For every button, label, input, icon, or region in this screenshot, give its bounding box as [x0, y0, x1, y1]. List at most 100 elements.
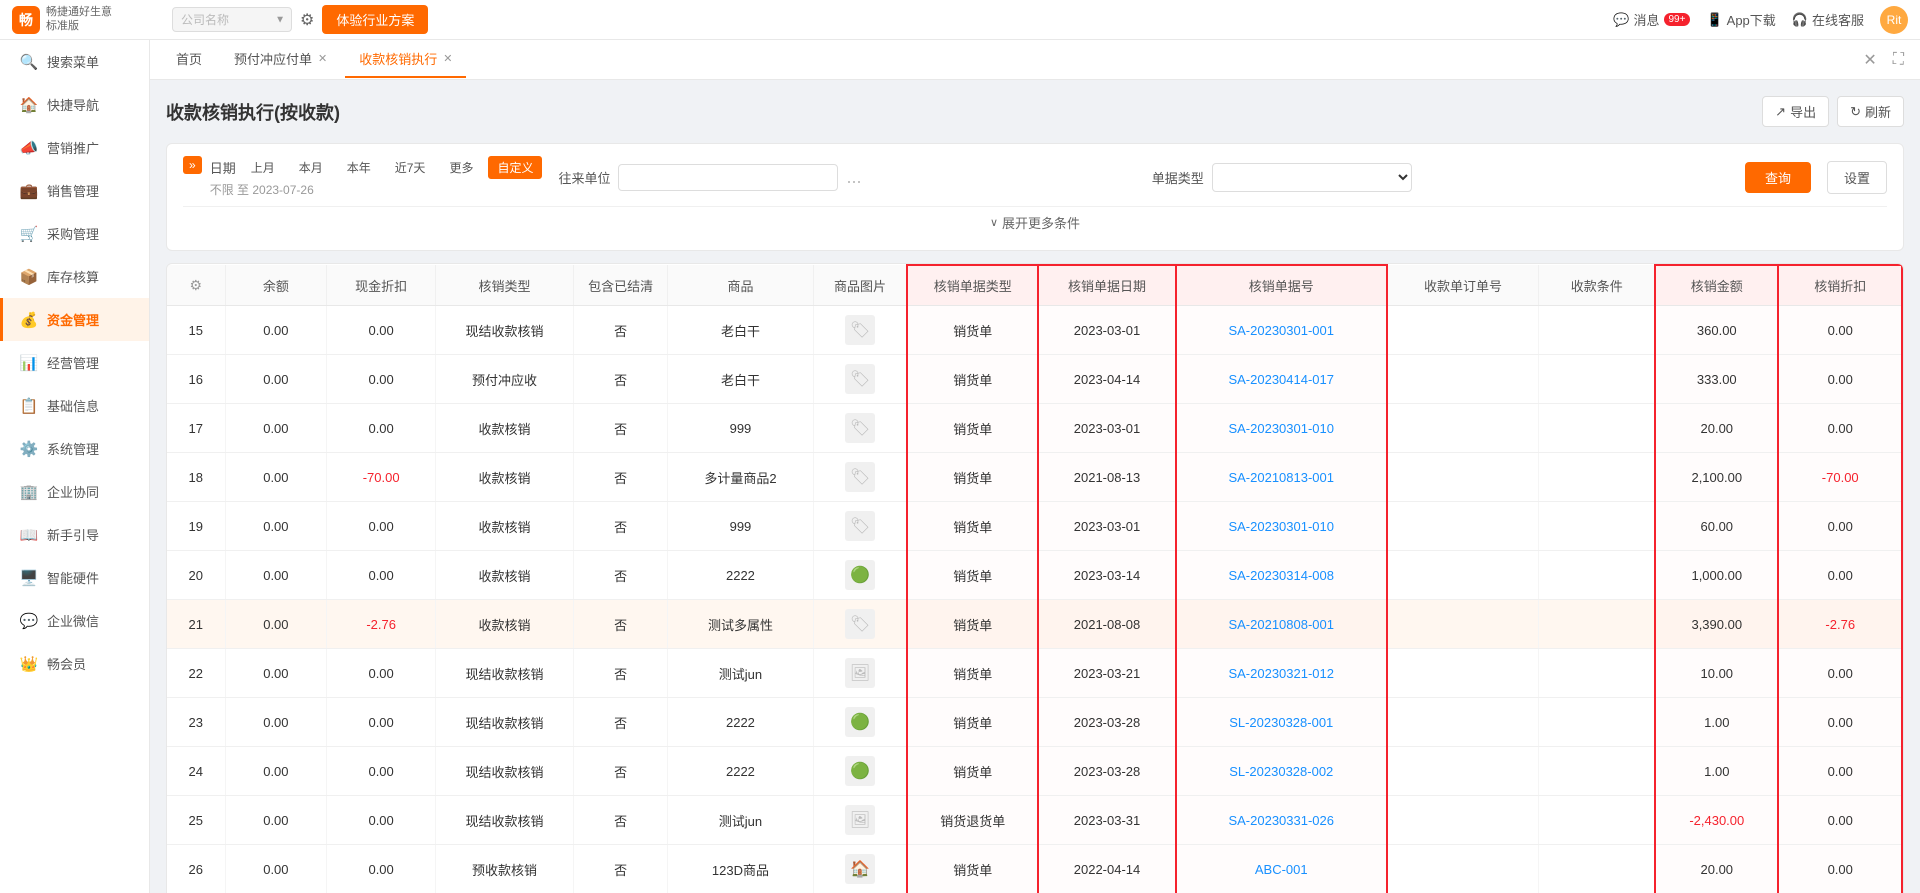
expand-toggle-btn[interactable]: »: [183, 156, 202, 174]
table-row: 17 0.00 0.00 收款核销 否 999 🏷 销货单 2023-03-01…: [167, 404, 1902, 453]
bill-no-link[interactable]: SA-20210813-001: [1228, 470, 1334, 485]
cell-receipt-order: [1387, 404, 1539, 453]
sidebar-item-guide[interactable]: 📖新手引导: [0, 513, 149, 556]
cell-bill-type: 销货退货单: [907, 796, 1038, 845]
cell-bill-no: SL-20230328-002: [1176, 747, 1387, 796]
sidebar-icon-system: ⚙️: [19, 440, 39, 458]
export-btn[interactable]: ↗ 导出: [1762, 96, 1829, 127]
cell-cash-discount: 0.00: [327, 845, 436, 893]
col-header-goods: 商品: [668, 265, 813, 306]
goods-image-icon: 🖼: [850, 810, 870, 830]
sidebar-item-search-menu[interactable]: 🔍搜索菜单: [0, 40, 149, 83]
partner-input[interactable]: [618, 164, 838, 191]
refresh-btn[interactable]: ↻ 刷新: [1837, 96, 1904, 127]
avatar[interactable]: Rit: [1880, 6, 1908, 34]
goods-image-icon: 🏷: [850, 516, 870, 536]
sidebar-item-sales[interactable]: 💼销售管理: [0, 169, 149, 212]
tab-close-writeoff[interactable]: ✕: [443, 52, 452, 65]
settings-col-icon[interactable]: ⚙: [190, 277, 203, 293]
sidebar-item-basic-info[interactable]: 📋基础信息: [0, 384, 149, 427]
cell-receipt-order: [1387, 649, 1539, 698]
cell-bill-no: SA-20210813-001: [1176, 453, 1387, 502]
last-month-btn[interactable]: 上月: [242, 156, 284, 179]
tab-close-prepaid[interactable]: ✕: [318, 52, 327, 65]
col-header-cash-discount: 现金折扣: [327, 265, 436, 306]
sidebar-item-system[interactable]: ⚙️系统管理: [0, 427, 149, 470]
cell-included: 否: [574, 355, 668, 404]
col-header-idx: ⚙: [167, 265, 225, 306]
sidebar-item-smart-hw[interactable]: 🖥️智能硬件: [0, 556, 149, 599]
cell-writeoff-amount: 333.00: [1655, 355, 1778, 404]
cell-bill-no: SA-20230301-001: [1176, 306, 1387, 355]
sidebar-item-operations[interactable]: 📊经营管理: [0, 341, 149, 384]
bill-no-link[interactable]: SA-20230301-001: [1228, 323, 1334, 338]
cell-included: 否: [574, 796, 668, 845]
messages-btn[interactable]: 💬 消息 99+: [1613, 10, 1690, 29]
sidebar-item-marketing[interactable]: 📣营销推广: [0, 126, 149, 169]
phone-icon: 📱: [1706, 12, 1722, 28]
sidebar-item-member[interactable]: 👑畅会员: [0, 642, 149, 685]
online-service-btn[interactable]: 🎧 在线客服: [1792, 10, 1864, 29]
this-month-btn[interactable]: 本月: [290, 156, 332, 179]
custom-date-btn[interactable]: 自定义: [488, 156, 542, 179]
sidebar-label-marketing: 营销推广: [47, 138, 99, 157]
cell-idx: 26: [167, 845, 225, 893]
bill-no-link[interactable]: SA-20230321-012: [1228, 666, 1334, 681]
message-badge: 99+: [1664, 13, 1691, 26]
bill-no-link[interactable]: SA-20230414-017: [1228, 372, 1334, 387]
more-date-btn[interactable]: 更多: [440, 156, 482, 179]
sidebar-item-corp[interactable]: 🏢企业协同: [0, 470, 149, 513]
cell-writeoff-amount: 1.00: [1655, 747, 1778, 796]
cell-cash-discount: 0.00: [327, 649, 436, 698]
filter-bar: » 日期 上月 本月 本年 近7天 更多 自定义 不限 至 2: [166, 143, 1904, 251]
sidebar-item-wechat[interactable]: 💬企业微信: [0, 599, 149, 642]
bill-no-link[interactable]: SL-20230328-001: [1229, 715, 1333, 730]
bill-no-link[interactable]: SA-20210808-001: [1228, 617, 1334, 632]
goods-image-icon: 🟢: [850, 761, 870, 781]
sidebar-label-guide: 新手引导: [47, 525, 99, 544]
bill-no-link[interactable]: SA-20230314-008: [1228, 568, 1334, 583]
table-row: 19 0.00 0.00 收款核销 否 999 🏷 销货单 2023-03-01…: [167, 502, 1902, 551]
cell-included: 否: [574, 649, 668, 698]
sidebar-item-quick-nav[interactable]: 🏠快捷导航: [0, 83, 149, 126]
filter-settings-btn[interactable]: 设置: [1827, 161, 1887, 194]
cell-goods-image: 🖼: [813, 649, 907, 698]
tab-home[interactable]: 首页: [162, 41, 216, 78]
app-download-btn[interactable]: 📱 App下载: [1706, 10, 1775, 29]
query-btn[interactable]: 查询: [1745, 162, 1811, 193]
cell-writeoff-discount: -2.76: [1778, 600, 1902, 649]
this-year-btn[interactable]: 本年: [338, 156, 380, 179]
expand-tab-btn[interactable]: ⛶: [1889, 47, 1908, 73]
goods-image-icon: 🏷: [850, 614, 870, 634]
settings-icon[interactable]: ⚙: [300, 10, 314, 30]
bill-no-link[interactable]: ABC-001: [1255, 862, 1308, 877]
bill-no-link[interactable]: SA-20230301-010: [1228, 421, 1334, 436]
cell-payment-cond: [1539, 502, 1655, 551]
last-7days-btn[interactable]: 近7天: [386, 156, 435, 179]
close-tab-btn[interactable]: ✕: [1859, 46, 1880, 74]
bill-type-select-wrapper: [1212, 163, 1412, 192]
industry-btn[interactable]: 体验行业方案: [322, 5, 428, 34]
cell-cash-discount: 0.00: [327, 355, 436, 404]
sidebar-item-finance[interactable]: 💰资金管理: [0, 298, 149, 341]
sidebar-label-finance: 资金管理: [47, 310, 99, 329]
expand-more[interactable]: ∨ 展开更多条件: [183, 206, 1887, 238]
cell-balance: 0.00: [225, 649, 327, 698]
goods-image-icon: 🏷: [850, 369, 870, 389]
cell-receipt-order: [1387, 747, 1539, 796]
tab-prepaid[interactable]: 预付冲应付单✕: [220, 41, 341, 78]
cell-bill-type: 销货单: [907, 649, 1038, 698]
sidebar-item-purchase[interactable]: 🛒采购管理: [0, 212, 149, 255]
company-selector[interactable]: 公司名称 ▼: [172, 7, 292, 32]
cell-goods: 999: [668, 404, 813, 453]
bill-type-select[interactable]: [1212, 163, 1412, 192]
bill-no-link[interactable]: SL-20230328-002: [1229, 764, 1333, 779]
cell-included: 否: [574, 404, 668, 453]
cell-idx: 25: [167, 796, 225, 845]
tab-writeoff[interactable]: 收款核销执行✕: [345, 41, 466, 78]
bill-no-link[interactable]: SA-20230301-010: [1228, 519, 1334, 534]
sidebar-item-inventory[interactable]: 📦库存核算: [0, 255, 149, 298]
bill-no-link[interactable]: SA-20230331-026: [1228, 813, 1334, 828]
table-row: 24 0.00 0.00 现结收款核销 否 2222 🟢 销货单 2023-03…: [167, 747, 1902, 796]
cell-balance: 0.00: [225, 453, 327, 502]
